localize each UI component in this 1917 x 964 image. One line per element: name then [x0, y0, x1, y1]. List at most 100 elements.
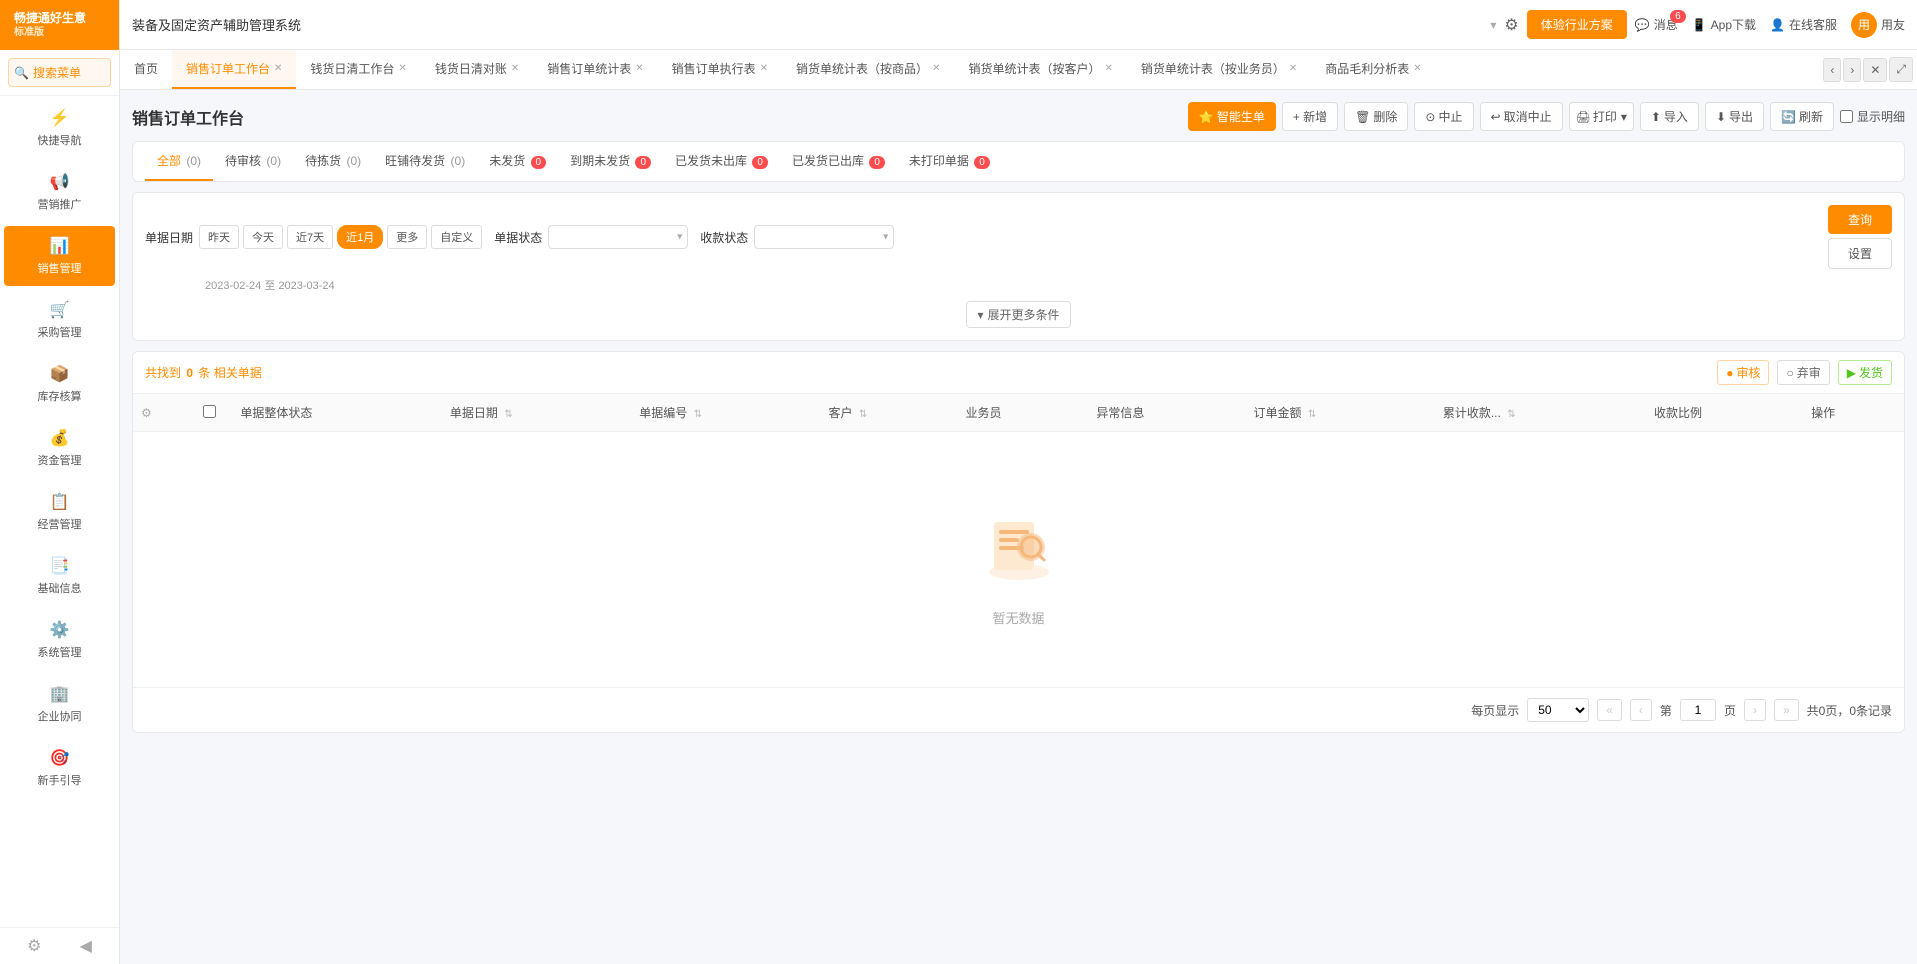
sidebar-item-inventory[interactable]: 📦 库存核算	[4, 354, 115, 414]
date-btn-today[interactable]: 今天	[243, 225, 283, 249]
payment-status-select[interactable]	[754, 225, 894, 249]
tab-sales-stats[interactable]: 销售订单统计表 ✕	[533, 50, 657, 89]
next-page-btn[interactable]: ›	[1744, 699, 1766, 721]
date-btn-more[interactable]: 更多	[387, 225, 427, 249]
tab-goods-stats-product[interactable]: 销货单统计表（按商品） ✕	[782, 50, 954, 89]
th-collected[interactable]: 累计收款... ⇅	[1431, 394, 1642, 432]
settings-bottom-icon[interactable]: ⚙	[27, 936, 41, 956]
export-button[interactable]: ⬇ 导出	[1705, 102, 1764, 131]
ship-icon: ▶	[1847, 366, 1856, 380]
sidebar-item-quick-nav[interactable]: ⚡ 快捷导航	[4, 98, 115, 158]
sidebar-search-area[interactable]: 🔍 搜索菜单	[0, 50, 119, 96]
date-btn-custom[interactable]: 自定义	[431, 225, 482, 249]
tab-close-sales-order[interactable]: ✕	[274, 63, 282, 74]
shipped-out-badge: 0	[869, 156, 885, 169]
audit-button[interactable]: ● 审核	[1717, 360, 1769, 385]
table-scroll[interactable]: ⚙ 单据整体状态 单据日期 ⇅	[133, 394, 1904, 687]
tab-cash-daily[interactable]: 钱货日清工作台 ✕	[296, 50, 420, 89]
unapprove-button[interactable]: ○ 弃审	[1777, 360, 1829, 385]
th-settings[interactable]: ⚙	[133, 394, 191, 432]
tab-sales-order[interactable]: 销售订单工作台 ✕	[172, 50, 296, 89]
tab-close-sales-stats[interactable]: ✕	[635, 63, 643, 74]
industry-btn[interactable]: 体验行业方案	[1527, 10, 1627, 39]
show-detail-checkbox[interactable]: 显示明细	[1840, 108, 1905, 125]
filter-tab-unprinted[interactable]: 未打印单据 0	[897, 142, 1002, 181]
prev-page-btn[interactable]: ‹	[1630, 699, 1652, 721]
tab-expand-btn[interactable]: ⤢	[1889, 57, 1913, 82]
select-all-checkbox[interactable]	[203, 405, 216, 418]
action-btns-area: 查询 设置	[1828, 205, 1892, 269]
tab-close-all-btn[interactable]: ✕	[1863, 58, 1887, 82]
tab-goods-stats-customer[interactable]: 销货单统计表（按客户） ✕	[954, 50, 1126, 89]
filter-tab-unshipped[interactable]: 未发货 0	[477, 142, 558, 181]
th-amount[interactable]: 订单金额 ⇅	[1242, 394, 1431, 432]
system-dropdown-icon[interactable]: ▾	[1490, 18, 1496, 32]
smart-gen-button[interactable]: ⭐ 智能生单	[1188, 102, 1276, 131]
filter-tab-wangpu[interactable]: 旺铺待发货 (0)	[373, 142, 477, 181]
tab-close-goods-stats-staff[interactable]: ✕	[1289, 63, 1297, 74]
sidebar-item-newbie[interactable]: 🎯 新手引导	[4, 738, 115, 798]
online-service-btn[interactable]: 👤 在线客服	[1770, 16, 1837, 33]
suspend-button[interactable]: ⊙ 中止	[1414, 102, 1473, 131]
tab-goods-stats-staff[interactable]: 销货单统计表（按业务员） ✕	[1127, 50, 1311, 89]
tab-close-cash-reconcile[interactable]: ✕	[511, 63, 519, 74]
operations-icon: 📋	[50, 492, 70, 512]
sidebar-item-finance[interactable]: 💰 资金管理	[4, 418, 115, 478]
th-number[interactable]: 单据编号 ⇅	[627, 394, 816, 432]
print-dropdown[interactable]: 🖨 打印 ▾	[1569, 102, 1634, 131]
refresh-button[interactable]: 🔄 刷新	[1770, 102, 1834, 131]
app-download-btn[interactable]: 📱 App下载	[1692, 16, 1756, 33]
filter-tab-pending-check[interactable]: 待拣货 (0)	[293, 142, 373, 181]
sidebar-item-marketing[interactable]: 📢 营销推广	[4, 162, 115, 222]
tab-home[interactable]: 首页	[120, 50, 172, 89]
sidebar-item-basic-info[interactable]: 📑 基础信息	[4, 546, 115, 606]
settings-icon[interactable]: ⚙	[1504, 15, 1518, 35]
tab-close-sales-exec[interactable]: ✕	[760, 63, 768, 74]
date-btn-1month[interactable]: 近1月	[337, 225, 383, 249]
first-page-btn[interactable]: «	[1597, 699, 1622, 721]
filter-tab-all[interactable]: 全部 (0)	[145, 142, 213, 181]
th-customer[interactable]: 客户 ⇅	[817, 394, 954, 432]
tab-prev-btn[interactable]: ‹	[1823, 58, 1841, 82]
basic-info-icon: 📑	[50, 556, 70, 576]
import-button[interactable]: ⬆ 导入	[1640, 102, 1699, 131]
tab-sales-exec[interactable]: 销售订单执行表 ✕	[658, 50, 782, 89]
search-menu-button[interactable]: 🔍 搜索菜单	[8, 58, 111, 87]
filter-tab-overdue[interactable]: 到期未发货 0	[558, 142, 663, 181]
set-button[interactable]: 设置	[1828, 238, 1892, 269]
per-page-select[interactable]: 50	[1527, 698, 1589, 722]
date-btn-7days[interactable]: 近7天	[287, 225, 333, 249]
date-btn-yesterday[interactable]: 昨天	[199, 225, 239, 249]
show-detail-input[interactable]	[1840, 110, 1853, 123]
last-page-btn[interactable]: »	[1774, 699, 1799, 721]
user-area[interactable]: 用 用友	[1851, 12, 1905, 38]
tab-cash-reconcile[interactable]: 钱货日清对账 ✕	[421, 50, 533, 89]
customer-sort-icon: ⇅	[859, 409, 867, 420]
sidebar-item-system[interactable]: ⚙️ 系统管理	[4, 610, 115, 670]
cancel-suspend-button[interactable]: ↩ 取消中止	[1480, 102, 1563, 131]
delete-button[interactable]: 🗑 删除	[1344, 102, 1408, 131]
tab-next-btn[interactable]: ›	[1843, 58, 1861, 82]
tab-close-goods-stats-product[interactable]: ✕	[932, 63, 940, 74]
sidebar-item-purchase[interactable]: 🛒 采购管理	[4, 290, 115, 350]
refresh-icon: 🔄	[1781, 110, 1796, 124]
tab-close-goods-stats-customer[interactable]: ✕	[1104, 63, 1112, 74]
filter-tab-pending-review[interactable]: 待审核 (0)	[213, 142, 293, 181]
page-input[interactable]	[1680, 699, 1716, 721]
th-date[interactable]: 单据日期 ⇅	[438, 394, 627, 432]
tab-goods-margin[interactable]: 商品毛利分析表 ✕	[1311, 50, 1435, 89]
bill-status-select[interactable]	[548, 225, 688, 249]
tab-close-cash-daily[interactable]: ✕	[398, 63, 406, 74]
collapse-icon[interactable]: ◀	[80, 936, 92, 956]
sidebar-item-sales[interactable]: 📊 销售管理	[4, 226, 115, 286]
sidebar-item-operations[interactable]: 📋 经营管理	[4, 482, 115, 542]
search-button[interactable]: 查询	[1828, 205, 1892, 234]
expand-conditions-btn[interactable]: ▾ 展开更多条件	[966, 301, 1070, 328]
tab-close-goods-margin[interactable]: ✕	[1413, 63, 1421, 74]
sidebar-item-enterprise[interactable]: 🏢 企业协同	[4, 674, 115, 734]
filter-tab-shipped-out[interactable]: 已发货已出库 0	[780, 142, 897, 181]
message-btn[interactable]: 💬 消息 6	[1635, 16, 1678, 33]
add-button[interactable]: + 新增	[1282, 102, 1338, 131]
filter-tab-shipped-not-out[interactable]: 已发货未出库 0	[663, 142, 780, 181]
ship-button[interactable]: ▶ 发货	[1838, 360, 1892, 385]
